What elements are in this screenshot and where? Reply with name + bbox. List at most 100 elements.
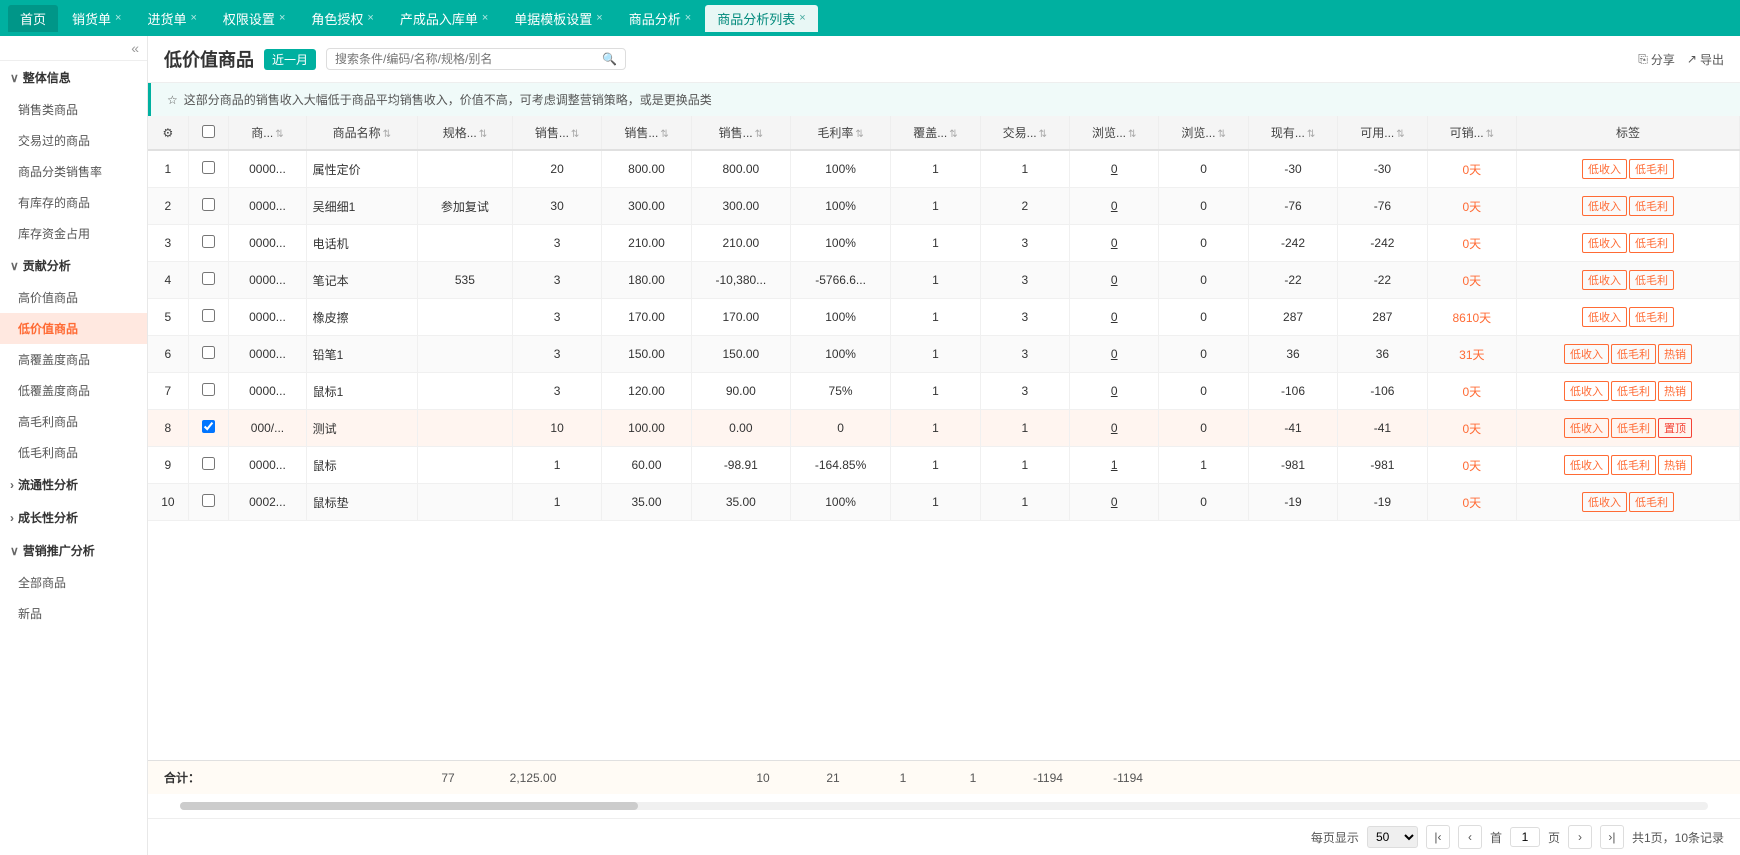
page-number-input[interactable]	[1510, 827, 1540, 847]
row-coverage: 1	[891, 150, 980, 188]
sidebar-section-2[interactable]: ›流通性分析	[0, 468, 147, 501]
nav-item-template[interactable]: 单据模板设置×	[502, 5, 614, 32]
sidebar-item-1-5[interactable]: 低毛利商品	[0, 437, 147, 468]
row-views1[interactable]: 1	[1070, 447, 1159, 484]
sidebar-item-0-0[interactable]: 销售类商品	[0, 94, 147, 125]
row-select-checkbox[interactable]	[202, 309, 215, 322]
nav-item-sales[interactable]: 销货单×	[60, 5, 133, 32]
row-views1[interactable]: 0	[1070, 484, 1159, 521]
row-select-checkbox[interactable]	[202, 346, 215, 359]
nav-close-analysis-list[interactable]: ×	[799, 12, 805, 24]
row-views1[interactable]: 0	[1070, 410, 1159, 447]
sidebar-item-0-3[interactable]: 有库存的商品	[0, 187, 147, 218]
nav-close-sales[interactable]: ×	[115, 12, 121, 24]
sidebar-section-0[interactable]: ∨整体信息	[0, 61, 147, 94]
horizontal-scrollbar[interactable]	[180, 802, 1708, 810]
col-views1[interactable]: 浏览...⇅	[1070, 116, 1159, 150]
col-code[interactable]: 商...⇅	[229, 116, 306, 150]
row-checkbox[interactable]	[188, 262, 228, 299]
sidebar-item-1-0[interactable]: 高价值商品	[0, 282, 147, 313]
col-available[interactable]: 可用...⇅	[1338, 116, 1427, 150]
row-select-checkbox[interactable]	[202, 494, 215, 507]
col-sales-qty[interactable]: 销售...⇅	[512, 116, 601, 150]
col-views2[interactable]: 浏览...⇅	[1159, 116, 1248, 150]
row-select-checkbox[interactable]	[202, 161, 215, 174]
col-sales-amount[interactable]: 销售...⇅	[602, 116, 691, 150]
sidebar-section-label-4: 营销推广分析	[23, 542, 95, 559]
col-settings[interactable]: ⚙	[148, 116, 188, 150]
first-page-button[interactable]: |‹	[1426, 825, 1450, 849]
sidebar-item-1-3[interactable]: 低覆盖度商品	[0, 375, 147, 406]
nav-close-role[interactable]: ×	[367, 12, 373, 24]
col-margin[interactable]: 毛利率⇅	[790, 116, 890, 150]
export-button[interactable]: ↗ 导出	[1687, 51, 1724, 68]
select-all-checkbox[interactable]	[202, 125, 215, 138]
nav-item-purchase[interactable]: 进货单×	[135, 5, 208, 32]
row-checkbox[interactable]	[188, 484, 228, 521]
row-views1[interactable]: 0	[1070, 336, 1159, 373]
row-views1[interactable]: 0	[1070, 262, 1159, 299]
page-size-select[interactable]: 50 100 200	[1367, 826, 1418, 848]
search-input[interactable]	[335, 52, 598, 66]
row-no: 10	[148, 484, 188, 521]
last-page-button[interactable]: ›|	[1600, 825, 1624, 849]
nav-item-analysis-list[interactable]: 商品分析列表×	[705, 5, 817, 32]
col-checkbox[interactable]	[188, 116, 228, 150]
row-views1[interactable]: 0	[1070, 299, 1159, 336]
nav-close-analysis[interactable]: ×	[685, 12, 691, 24]
row-checkbox[interactable]	[188, 225, 228, 262]
sidebar-item-1-2[interactable]: 高覆盖度商品	[0, 344, 147, 375]
row-views1[interactable]: 0	[1070, 188, 1159, 225]
row-select-checkbox[interactable]	[202, 420, 215, 433]
scroll-thumb[interactable]	[180, 802, 638, 810]
row-select-checkbox[interactable]	[202, 457, 215, 470]
row-select-checkbox[interactable]	[202, 272, 215, 285]
sidebar-item-0-2[interactable]: 商品分类销售率	[0, 156, 147, 187]
row-views1[interactable]: 0	[1070, 373, 1159, 410]
row-select-checkbox[interactable]	[202, 235, 215, 248]
sidebar-item-1-1[interactable]: 低价值商品	[0, 313, 147, 344]
nav-close-stock[interactable]: ×	[482, 12, 488, 24]
sidebar-section-4[interactable]: ∨营销推广分析	[0, 534, 147, 567]
col-coverage[interactable]: 覆盖...⇅	[891, 116, 980, 150]
sidebar-item-4-0[interactable]: 全部商品	[0, 567, 147, 598]
nav-close-template[interactable]: ×	[596, 12, 602, 24]
nav-close-permission[interactable]: ×	[279, 12, 285, 24]
row-checkbox[interactable]	[188, 447, 228, 484]
row-views1[interactable]: 0	[1070, 225, 1159, 262]
nav-item-analysis[interactable]: 商品分析×	[617, 5, 703, 32]
sidebar-section-3[interactable]: ›成长性分析	[0, 501, 147, 534]
col-name[interactable]: 商品名称⇅	[306, 116, 417, 150]
sidebar-section-1[interactable]: ∨贡献分析	[0, 249, 147, 282]
row-checkbox[interactable]	[188, 336, 228, 373]
sidebar-item-0-4[interactable]: 库存资金占用	[0, 218, 147, 249]
nav-item-home[interactable]: 首页	[8, 5, 58, 32]
search-icon[interactable]: 🔍	[602, 52, 617, 66]
sidebar-item-0-1[interactable]: 交易过的商品	[0, 125, 147, 156]
col-trade[interactable]: 交易...⇅	[980, 116, 1069, 150]
row-checkbox[interactable]	[188, 299, 228, 336]
share-button[interactable]: ⎘ 分享	[1638, 51, 1675, 68]
row-views1[interactable]: 0	[1070, 150, 1159, 188]
col-sales-cost[interactable]: 销售...⇅	[691, 116, 790, 150]
row-checkbox[interactable]	[188, 373, 228, 410]
row-views2: 0	[1159, 262, 1248, 299]
time-badge[interactable]: 近一月	[264, 49, 316, 70]
row-checkbox[interactable]	[188, 150, 228, 188]
row-select-checkbox[interactable]	[202, 383, 215, 396]
col-current-stock[interactable]: 现有...⇅	[1248, 116, 1337, 150]
row-checkbox[interactable]	[188, 410, 228, 447]
col-spec[interactable]: 规格...⇅	[417, 116, 512, 150]
sidebar-item-4-1[interactable]: 新品	[0, 598, 147, 629]
nav-item-role[interactable]: 角色授权×	[299, 5, 385, 32]
sidebar-item-1-4[interactable]: 高毛利商品	[0, 406, 147, 437]
row-select-checkbox[interactable]	[202, 198, 215, 211]
next-page-button[interactable]: ›	[1568, 825, 1592, 849]
nav-item-stock[interactable]: 产成品入库单×	[388, 5, 500, 32]
nav-close-purchase[interactable]: ×	[190, 12, 196, 24]
nav-item-permission[interactable]: 权限设置×	[211, 5, 297, 32]
col-sellable[interactable]: 可销...⇅	[1427, 116, 1516, 150]
sidebar-collapse-button[interactable]: «	[131, 40, 139, 56]
row-checkbox[interactable]	[188, 188, 228, 225]
prev-page-button[interactable]: ‹	[1458, 825, 1482, 849]
